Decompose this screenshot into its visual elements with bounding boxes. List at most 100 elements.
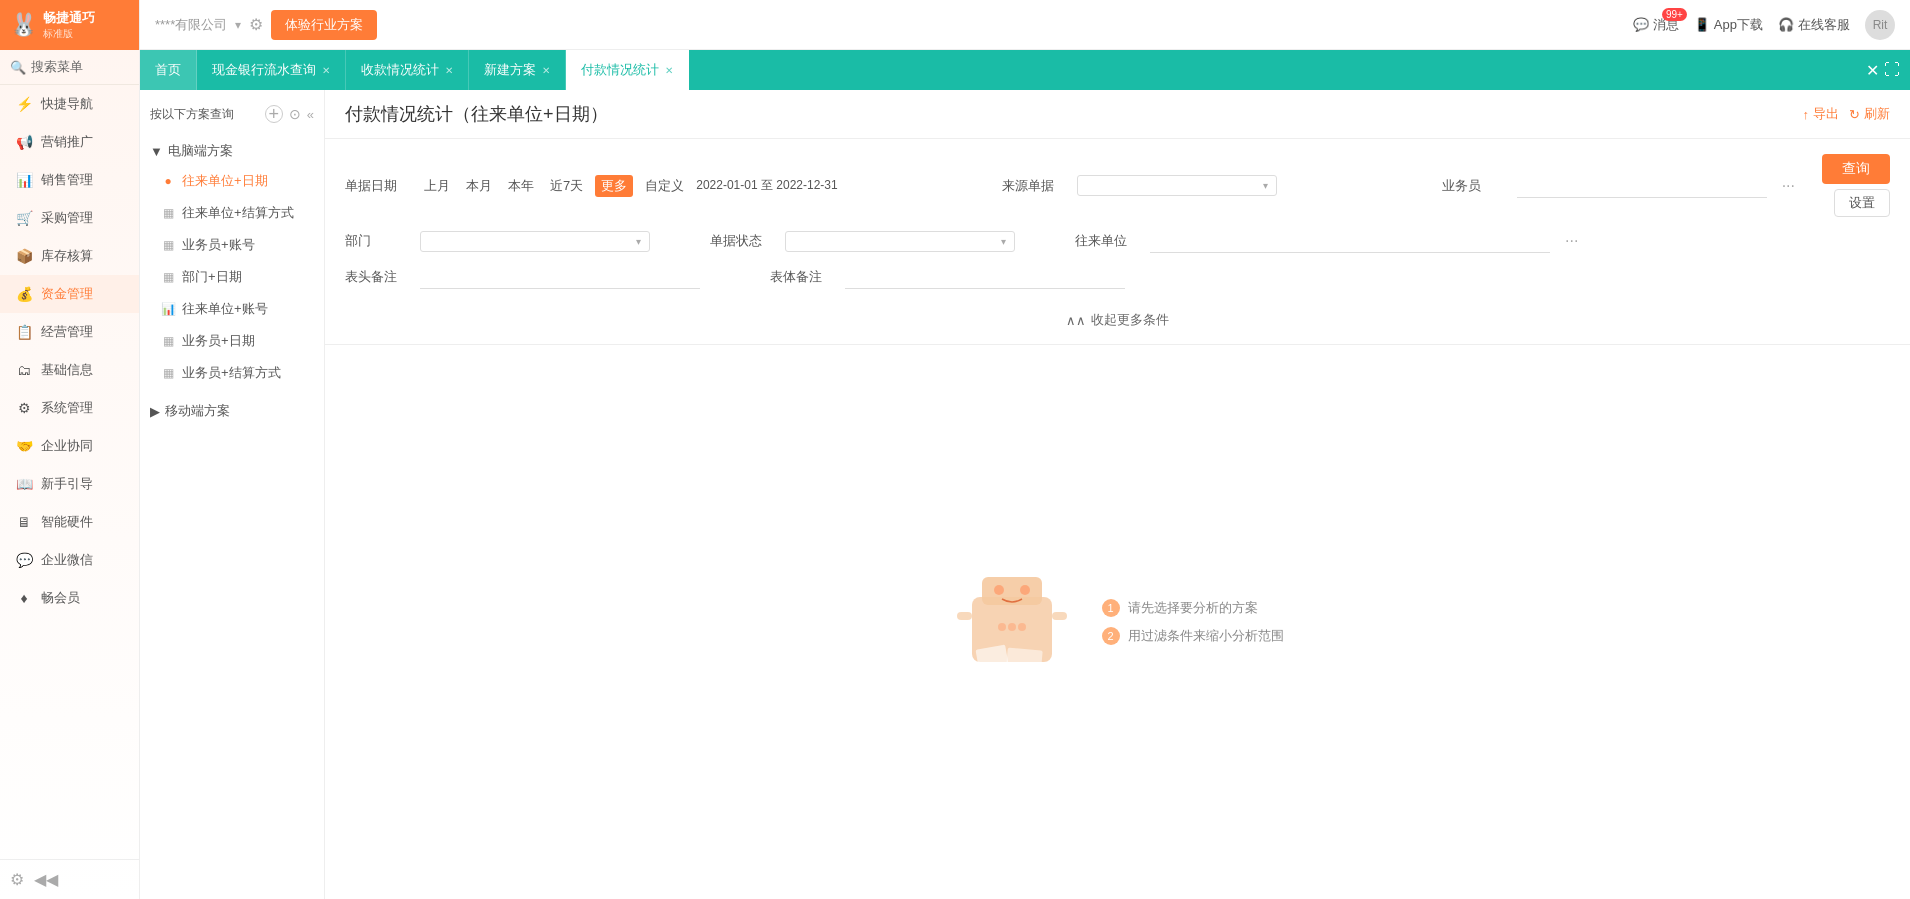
- footer-settings-icon[interactable]: ⚙: [10, 870, 24, 889]
- app-download-action[interactable]: 📱 App下载: [1694, 16, 1763, 34]
- tab-new-scheme[interactable]: 新建方案 ✕: [469, 50, 566, 90]
- tab-home-label: 首页: [155, 61, 181, 79]
- scheme-item-active-icon: ●: [160, 173, 176, 189]
- scheme-pc-group-title[interactable]: ▼ 电脑端方案: [140, 137, 324, 165]
- date-range-display: 2022-01-01 至 2022-12-31: [696, 177, 837, 194]
- filter-area: 单据日期 上月 本月 本年 近7天 更多 自定义 2022-01-01 至 20…: [325, 139, 1910, 345]
- user-avatar[interactable]: Rit: [1865, 10, 1895, 40]
- sidebar-footer: ⚙ ◀◀: [0, 859, 139, 899]
- export-button[interactable]: ↑ 导出: [1803, 105, 1840, 123]
- sidebar-item-smart-hw[interactable]: 🖥 智能硬件: [0, 503, 139, 541]
- date-option-more[interactable]: 更多: [595, 175, 633, 197]
- date-option-custom[interactable]: 自定义: [641, 175, 688, 197]
- tab-bank-flow-close[interactable]: ✕: [322, 65, 330, 76]
- sidebar-logo: 🐰 畅捷通巧 标准版: [0, 0, 139, 50]
- sidebar-item-basic-info[interactable]: 🗂 基础信息: [0, 351, 139, 389]
- salesman-input[interactable]: [1517, 174, 1767, 198]
- sidebar-item-label: 系统管理: [41, 399, 93, 417]
- scheme-pc-group-label: 电脑端方案: [168, 142, 233, 160]
- company-name: ****有限公司: [155, 16, 227, 34]
- query-button[interactable]: 查询: [1822, 154, 1890, 184]
- tab-expand-icon[interactable]: ⛶: [1884, 61, 1900, 79]
- scheme-item-partner-account[interactable]: 📊 往来单位+账号: [140, 293, 324, 325]
- sidebar-item-operation[interactable]: 📋 经营管理: [0, 313, 139, 351]
- header-settings-icon[interactable]: ⚙: [249, 15, 263, 34]
- sidebar-item-wechat[interactable]: 💬 企业微信: [0, 541, 139, 579]
- scheme-add-icon[interactable]: +: [265, 105, 283, 123]
- sidebar-item-sales[interactable]: 📊 销售管理: [0, 161, 139, 199]
- message-badge: 99+: [1662, 8, 1687, 21]
- sidebar-item-finance[interactable]: 💰 资金管理: [0, 275, 139, 313]
- header-note-input[interactable]: [420, 265, 700, 289]
- logo-icon: 🐰: [10, 12, 37, 38]
- sidebar-item-label: 经营管理: [41, 323, 93, 341]
- scheme-item-icon: ▦: [160, 365, 176, 381]
- tab-payment-stat2[interactable]: 付款情况统计 ✕: [566, 50, 689, 90]
- sidebar-search[interactable]: 🔍 搜索菜单: [0, 50, 139, 85]
- tab-close-all-icon[interactable]: ✕: [1866, 61, 1879, 80]
- tab-home[interactable]: 首页: [140, 50, 197, 90]
- scheme-collapse-icon[interactable]: «: [307, 107, 314, 122]
- system-icon: ⚙: [15, 399, 33, 417]
- sidebar-item-guide[interactable]: 📖 新手引导: [0, 465, 139, 503]
- message-action[interactable]: 💬 消息 99+: [1633, 16, 1679, 34]
- tab-new-scheme-close[interactable]: ✕: [542, 65, 550, 76]
- sidebar-item-label: 畅会员: [41, 589, 80, 607]
- scheme-item-partner-settle[interactable]: ▦ 往来单位+结算方式: [140, 197, 324, 229]
- sidebar-item-label: 企业协同: [41, 437, 93, 455]
- member-icon: ♦: [15, 589, 33, 607]
- scheme-settings-icon[interactable]: ⊙: [289, 106, 301, 122]
- company-dropdown-arrow[interactable]: ▾: [235, 18, 241, 32]
- sidebar-item-purchase[interactable]: 🛒 采购管理: [0, 199, 139, 237]
- empty-state: 1 请先选择要分析的方案 2 用过滤条件来缩小分析范围: [325, 345, 1910, 899]
- collapse-button[interactable]: ∧∧ 收起更多条件: [1066, 311, 1169, 329]
- sidebar-item-enterprise[interactable]: 🤝 企业协同: [0, 427, 139, 465]
- tab-bar: 首页 现金银行流水查询 ✕ 收款情况统计 ✕ 新建方案 ✕ 付款情况统计 ✕ ✕…: [140, 50, 1910, 90]
- tab-payment-stat-close[interactable]: ✕: [445, 65, 453, 76]
- svg-point-5: [1008, 623, 1016, 631]
- export-icon: ↑: [1803, 107, 1810, 122]
- sidebar-item-marketing[interactable]: 📢 营销推广: [0, 123, 139, 161]
- scheme-item-salesman-account[interactable]: ▦ 业务员+账号: [140, 229, 324, 261]
- trial-button[interactable]: 体验行业方案: [271, 10, 377, 40]
- settings-button[interactable]: 设置: [1834, 189, 1890, 217]
- tab-bank-flow[interactable]: 现金银行流水查询 ✕: [197, 50, 346, 90]
- date-option-7days[interactable]: 近7天: [546, 175, 587, 197]
- scheme-item-icon: ▦: [160, 205, 176, 221]
- service-icon: 🎧: [1778, 17, 1794, 32]
- sidebar-item-member[interactable]: ♦ 畅会员: [0, 579, 139, 617]
- collapse-bar: ∧∧ 收起更多条件: [345, 301, 1890, 329]
- salesman-dots[interactable]: ···: [1782, 177, 1795, 195]
- sidebar-item-inventory[interactable]: 📦 库存核算: [0, 237, 139, 275]
- refresh-button[interactable]: ↻ 刷新: [1849, 105, 1890, 123]
- empty-messages: 1 请先选择要分析的方案 2 用过滤条件来缩小分析范围: [1102, 599, 1284, 645]
- tab-payment-stat2-close[interactable]: ✕: [665, 65, 673, 76]
- top-header: ****有限公司 ▾ ⚙ 体验行业方案 💬 消息 99+ 📱 App下载 🎧 在…: [140, 0, 1910, 50]
- service-action[interactable]: 🎧 在线客服: [1778, 16, 1850, 34]
- scheme-item-dept-date[interactable]: ▦ 部门+日期: [140, 261, 324, 293]
- scheme-item-salesman-date[interactable]: ▦ 业务员+日期: [140, 325, 324, 357]
- sidebar-item-system[interactable]: ⚙ 系统管理: [0, 389, 139, 427]
- scheme-header-actions: + ⊙ «: [265, 105, 314, 123]
- tab-payment-stat[interactable]: 收款情况统计 ✕: [346, 50, 469, 90]
- page-actions: ↑ 导出 ↻ 刷新: [1803, 105, 1891, 123]
- right-query-area: 查询 设置: [1810, 154, 1890, 217]
- body-note-input[interactable]: [845, 265, 1125, 289]
- date-option-last-month[interactable]: 上月: [420, 175, 454, 197]
- partner-dots[interactable]: ···: [1565, 232, 1578, 250]
- operation-icon: 📋: [15, 323, 33, 341]
- footer-collapse-icon[interactable]: ◀◀: [34, 870, 58, 889]
- scheme-mobile-group-title[interactable]: ▶ 移动端方案: [140, 397, 324, 425]
- scheme-item-partner-date[interactable]: ● 往来单位+日期: [140, 165, 324, 197]
- source-select[interactable]: ▾: [1077, 175, 1277, 196]
- tab-bank-flow-label: 现金银行流水查询: [212, 61, 316, 79]
- scheme-item-salesman-settle[interactable]: ▦ 业务员+结算方式: [140, 357, 324, 389]
- voucher-status-select[interactable]: ▾: [785, 231, 1015, 252]
- partner-input[interactable]: [1150, 229, 1550, 253]
- sidebar-item-label: 采购管理: [41, 209, 93, 227]
- sidebar-item-quick-nav[interactable]: ⚡ 快捷导航: [0, 85, 139, 123]
- dept-select[interactable]: ▾: [420, 231, 650, 252]
- date-option-this-year[interactable]: 本年: [504, 175, 538, 197]
- sidebar-item-label: 销售管理: [41, 171, 93, 189]
- date-option-this-month[interactable]: 本月: [462, 175, 496, 197]
